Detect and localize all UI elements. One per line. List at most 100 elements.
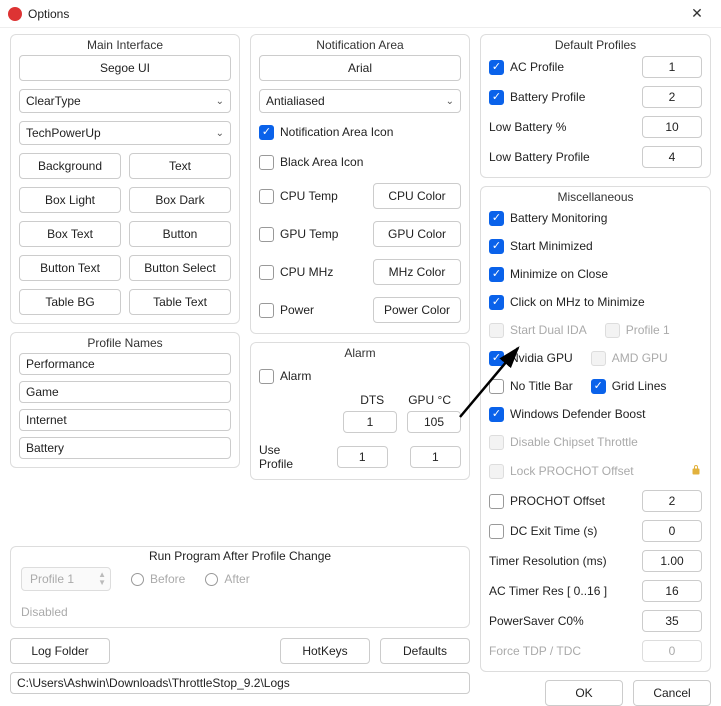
button-select-button[interactable]: Button Select xyxy=(129,255,231,281)
power-label: Power xyxy=(280,303,314,317)
profile2-input[interactable]: Game xyxy=(19,381,231,403)
box-dark-button[interactable]: Box Dark xyxy=(129,187,231,213)
low-battery-pct-label: Low Battery % xyxy=(489,120,566,134)
notif-render-value: Antialiased xyxy=(266,94,325,108)
chevron-down-icon: ⌄ xyxy=(446,96,454,107)
click-mhz-minimize-label: Click on MHz to Minimize xyxy=(510,295,645,309)
amd-gpu-label: AMD GPU xyxy=(612,351,668,365)
profile4-input[interactable]: Battery xyxy=(19,437,231,459)
table-text-button[interactable]: Table Text xyxy=(129,289,231,315)
gpu-temp-checkbox[interactable] xyxy=(259,227,274,242)
battery-profile-checkbox[interactable]: ✓ xyxy=(489,90,504,105)
button-color-button[interactable]: Button xyxy=(129,221,231,247)
battery-monitoring-checkbox[interactable]: ✓ xyxy=(489,211,504,226)
run-program-title: Run Program After Profile Change xyxy=(11,549,469,563)
button-text-button[interactable]: Button Text xyxy=(19,255,121,281)
disable-chipset-throttle-label: Disable Chipset Throttle xyxy=(510,435,638,449)
ac-profile-checkbox[interactable]: ✓ xyxy=(489,60,504,75)
use-profile-gpu-input[interactable]: 1 xyxy=(410,446,461,468)
profile1-label: Profile 1 xyxy=(626,323,670,337)
notification-area-group: Notification Area Arial Antialiased ⌄ ✓ … xyxy=(250,34,470,334)
power-checkbox[interactable] xyxy=(259,303,274,318)
table-bg-button[interactable]: Table BG xyxy=(19,289,121,315)
cpu-mhz-label: CPU MHz xyxy=(280,265,333,279)
battery-monitoring-label: Battery Monitoring xyxy=(510,211,607,225)
profile1-input[interactable]: Performance xyxy=(19,353,231,375)
miscellaneous-title: Miscellaneous xyxy=(481,186,710,204)
nvidia-gpu-label: Nvidia GPU xyxy=(510,351,573,365)
main-font-button[interactable]: Segoe UI xyxy=(19,55,231,81)
render-mode-select[interactable]: ClearType ⌄ xyxy=(19,89,231,113)
powersaver-label: PowerSaver C0% xyxy=(489,614,584,628)
timer-res-input[interactable]: 1.00 xyxy=(642,550,702,572)
low-battery-pct-input[interactable]: 10 xyxy=(642,116,702,138)
profile3-input[interactable]: Internet xyxy=(19,409,231,431)
amd-gpu-checkbox xyxy=(591,351,606,366)
dc-exit-checkbox[interactable] xyxy=(489,524,504,539)
text-button[interactable]: Text xyxy=(129,153,231,179)
ok-button[interactable]: OK xyxy=(545,680,623,706)
profile-names-group: Profile Names Performance Game Internet … xyxy=(10,332,240,468)
run-profile-spinner[interactable]: Profile 1 ▲▼ xyxy=(21,567,111,591)
source-select[interactable]: TechPowerUp ⌄ xyxy=(19,121,231,145)
powersaver-input[interactable]: 35 xyxy=(642,610,702,632)
mhz-color-button[interactable]: MHz Color xyxy=(373,259,461,285)
notif-render-select[interactable]: Antialiased ⌄ xyxy=(259,89,461,113)
no-title-bar-checkbox[interactable] xyxy=(489,379,504,394)
battery-profile-input[interactable]: 2 xyxy=(642,86,702,108)
profile-names-title: Profile Names xyxy=(11,332,239,350)
cpu-mhz-checkbox[interactable] xyxy=(259,265,274,280)
background-button[interactable]: Background xyxy=(19,153,121,179)
box-text-button[interactable]: Box Text xyxy=(19,221,121,247)
close-icon: ✕ xyxy=(691,5,703,22)
dts-input[interactable]: 1 xyxy=(343,411,397,433)
gpu-input[interactable]: 105 xyxy=(407,411,461,433)
windows-defender-boost-checkbox[interactable]: ✓ xyxy=(489,407,504,422)
ac-profile-input[interactable]: 1 xyxy=(642,56,702,78)
main-interface-title: Main Interface xyxy=(11,34,239,52)
black-area-icon-label: Black Area Icon xyxy=(280,155,363,169)
prochot-offset-checkbox[interactable] xyxy=(489,494,504,509)
dts-header: DTS xyxy=(360,393,384,407)
low-battery-profile-input[interactable]: 4 xyxy=(642,146,702,168)
start-minimized-checkbox[interactable]: ✓ xyxy=(489,239,504,254)
grid-lines-checkbox[interactable]: ✓ xyxy=(591,379,606,394)
notification-area-title: Notification Area xyxy=(251,34,469,52)
defaults-button[interactable]: Defaults xyxy=(380,638,470,664)
start-dual-ida-label: Start Dual IDA xyxy=(510,323,587,337)
disable-chipset-throttle-checkbox xyxy=(489,435,504,450)
ac-timer-label: AC Timer Res [ 0..16 ] xyxy=(489,584,607,598)
minimize-on-close-checkbox[interactable]: ✓ xyxy=(489,267,504,282)
cancel-button[interactable]: Cancel xyxy=(633,680,711,706)
ac-profile-label: AC Profile xyxy=(510,60,564,74)
app-icon xyxy=(8,7,22,21)
black-area-icon-checkbox[interactable] xyxy=(259,155,274,170)
notif-font-button[interactable]: Arial xyxy=(259,55,461,81)
ac-timer-input[interactable]: 16 xyxy=(642,580,702,602)
gpu-color-button[interactable]: GPU Color xyxy=(373,221,461,247)
log-folder-button[interactable]: Log Folder xyxy=(10,638,110,664)
use-profile-dts-input[interactable]: 1 xyxy=(337,446,388,468)
grid-lines-label: Grid Lines xyxy=(612,379,667,393)
before-radio[interactable] xyxy=(131,573,144,586)
box-light-button[interactable]: Box Light xyxy=(19,187,121,213)
nvidia-gpu-checkbox[interactable]: ✓ xyxy=(489,351,504,366)
cpu-temp-checkbox[interactable] xyxy=(259,189,274,204)
notif-area-icon-checkbox[interactable]: ✓ xyxy=(259,125,274,140)
cpu-color-button[interactable]: CPU Color xyxy=(373,183,461,209)
force-tdp-input: 0 xyxy=(642,640,702,662)
default-profiles-group: Default Profiles ✓ AC Profile 1 ✓ Batter… xyxy=(480,34,711,178)
hotkeys-button[interactable]: HotKeys xyxy=(280,638,370,664)
prochot-offset-label: PROCHOT Offset xyxy=(510,494,605,508)
cpu-temp-label: CPU Temp xyxy=(280,189,338,203)
start-dual-ida-checkbox xyxy=(489,323,504,338)
prochot-offset-input[interactable]: 2 xyxy=(642,490,702,512)
alarm-checkbox[interactable] xyxy=(259,369,274,384)
after-radio[interactable] xyxy=(205,573,218,586)
log-path-value: C:\Users\Ashwin\Downloads\ThrottleStop_9… xyxy=(17,676,290,690)
spinner-arrows-icon: ▲▼ xyxy=(98,571,106,587)
power-color-button[interactable]: Power Color xyxy=(373,297,461,323)
click-mhz-minimize-checkbox[interactable]: ✓ xyxy=(489,295,504,310)
dc-exit-input[interactable]: 0 xyxy=(642,520,702,542)
close-button[interactable]: ✕ xyxy=(681,2,713,26)
